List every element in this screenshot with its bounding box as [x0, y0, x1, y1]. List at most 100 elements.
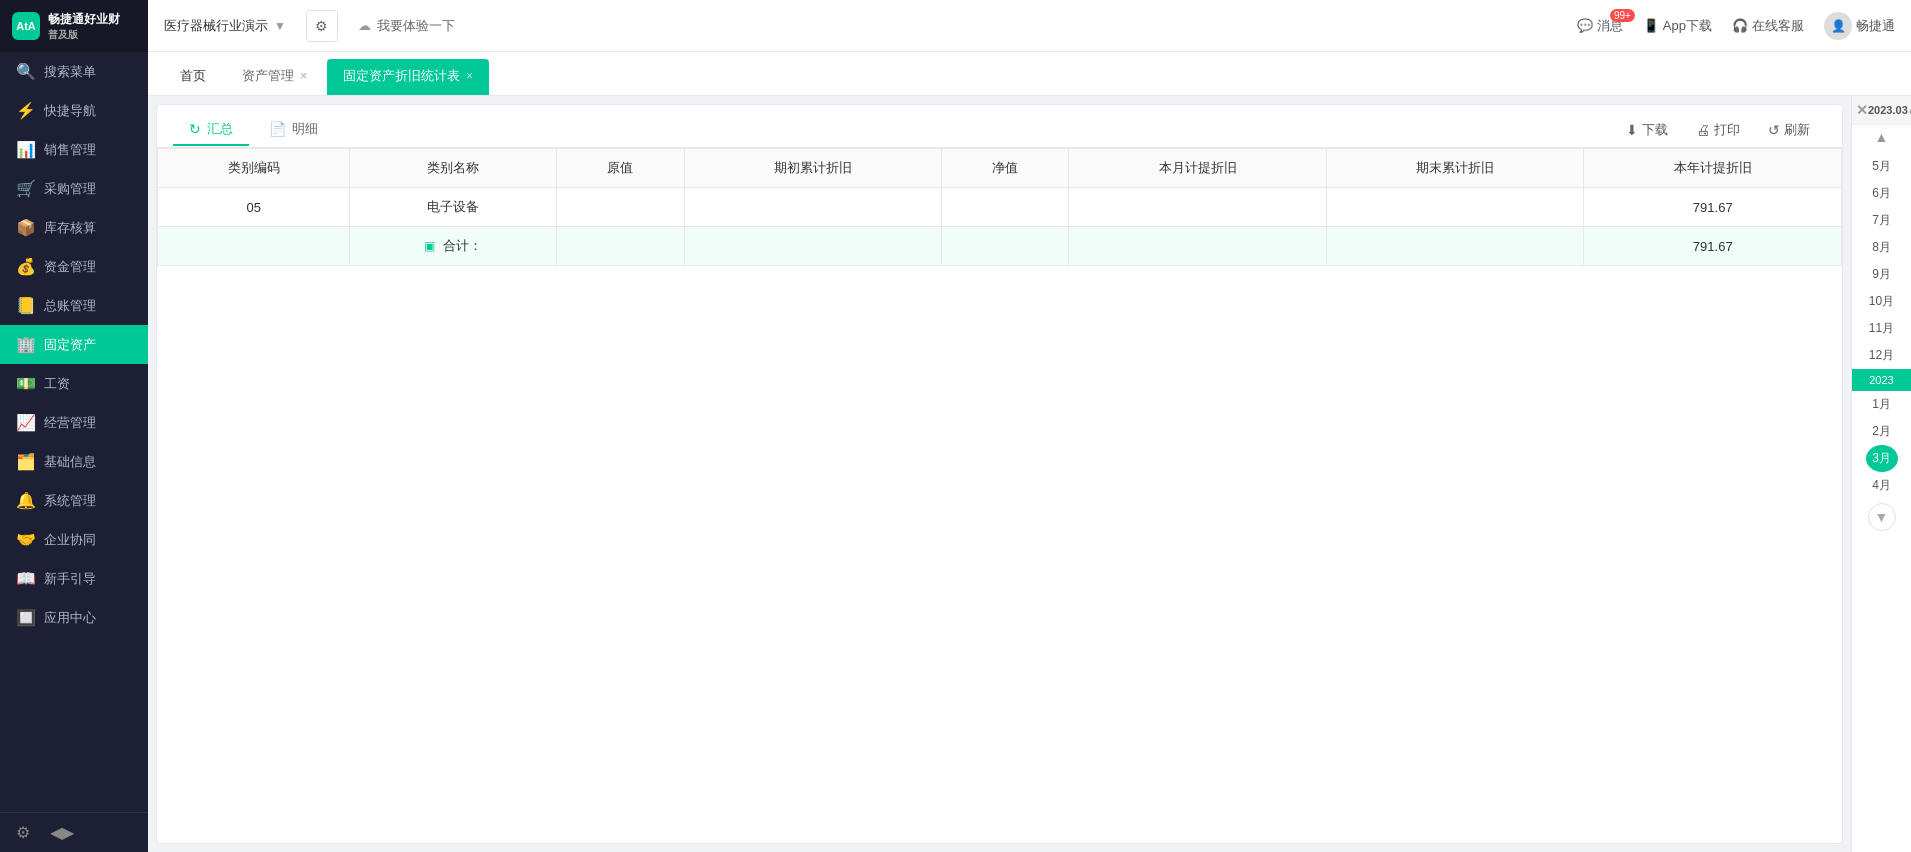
topbar: 医疗器械行业演示 ▼ ⚙ ☁ 我要体验一下 💬 消息 99+ 📱 App下载 🎧… — [148, 0, 1911, 52]
date-item-11[interactable]: 11月 — [1852, 315, 1911, 342]
date-panel-header: ✕ 2023.03 ⤢ — [1852, 96, 1911, 125]
date-item-7[interactable]: 7月 — [1852, 207, 1911, 234]
subtotal-icon: ▣ — [424, 239, 435, 253]
sidebar-item-system[interactable]: 🔔 系统管理 — [0, 481, 148, 520]
col-acc-dep: 期初累计折旧 — [684, 149, 941, 188]
app-download-button[interactable]: 📱 App下载 — [1643, 17, 1712, 35]
sidebar-item-sales[interactable]: 📊 销售管理 — [0, 130, 148, 169]
subtab-bar: ↻ 汇总 📄 明细 ⬇ 下载 🖨 打印 — [157, 105, 1842, 148]
sidebar-item-salary[interactable]: 💵 工资 — [0, 364, 148, 403]
date-panel-title: 2023.03 — [1868, 104, 1908, 116]
experience-button[interactable]: ☁ 我要体验一下 — [358, 17, 455, 35]
ledger-icon: 📒 — [16, 296, 34, 315]
cooperation-icon: 🤝 — [16, 530, 34, 549]
sidebar-bottom: ⚙ ◀▶ — [0, 812, 148, 852]
date-item-10[interactable]: 10月 — [1852, 288, 1911, 315]
sidebar-item-cooperation[interactable]: 🤝 企业协同 — [0, 520, 148, 559]
date-nav-up[interactable]: ▲ — [1852, 125, 1911, 149]
print-button[interactable]: 🖨 打印 — [1688, 117, 1748, 143]
detail-icon: 📄 — [269, 121, 286, 137]
customer-service-button[interactable]: 🎧 在线客服 — [1732, 17, 1804, 35]
sidebar-item-search[interactable]: 🔍 搜索菜单 — [0, 52, 148, 91]
collapse-icon[interactable]: ◀▶ — [50, 823, 74, 842]
download-icon: 📱 — [1643, 18, 1659, 33]
subtotal-net — [942, 227, 1069, 266]
cloud-icon: ☁ — [358, 18, 371, 33]
date-item-2023-1[interactable]: 1月 — [1852, 391, 1911, 418]
cell-original — [557, 188, 684, 227]
subtotal-label — [158, 227, 350, 266]
company-arrow-icon: ▼ — [274, 19, 286, 33]
download-icon: ⬇ — [1626, 122, 1638, 138]
date-item-5[interactable]: 5月 — [1852, 153, 1911, 180]
system-icon: 🔔 — [16, 491, 34, 510]
notifications-button[interactable]: 💬 消息 99+ — [1577, 17, 1623, 35]
date-item-2023-2[interactable]: 2月 — [1852, 418, 1911, 445]
subtab-detail[interactable]: 📄 明细 — [253, 114, 334, 146]
subtotal-yearly: 791.67 — [1584, 227, 1842, 266]
sidebar-item-fixedassets[interactable]: 🏢 固定资产 — [0, 325, 148, 364]
management-icon: 📈 — [16, 413, 34, 432]
cell-monthly — [1069, 188, 1326, 227]
sidebar-item-inventory[interactable]: 📦 库存核算 — [0, 208, 148, 247]
tab-close-asset-management[interactable]: × — [300, 69, 307, 83]
sidebar-item-purchase[interactable]: 🛒 采购管理 — [0, 169, 148, 208]
settings-button[interactable]: ⚙ — [306, 10, 338, 42]
date-item-2023-3[interactable]: 3月 — [1866, 445, 1898, 472]
sidebar-item-basicinfo[interactable]: 🗂️ 基础信息 — [0, 442, 148, 481]
depreciation-table: 类别编码 类别名称 原值 期初累计折旧 净值 本月计提折旧 期末累计折旧 本年计… — [157, 148, 1842, 266]
date-panel-close-icon[interactable]: ✕ — [1856, 102, 1868, 118]
main-content: 医疗器械行业演示 ▼ ⚙ ☁ 我要体验一下 💬 消息 99+ 📱 App下载 🎧… — [148, 0, 1911, 852]
avatar: 👤 — [1824, 12, 1852, 40]
cell-acc-dep — [684, 188, 941, 227]
col-monthly: 本月计提折旧 — [1069, 149, 1326, 188]
toolbar: ⬇ 下载 🖨 打印 ↺ 刷新 — [1610, 113, 1826, 147]
sidebar: AtA 畅捷通好业财 普及版 🔍 搜索菜单 ⚡ 快捷导航 📊 销售管理 🛒 采购… — [0, 0, 148, 852]
summary-icon: ↻ — [189, 121, 201, 137]
tab-fixed-asset-depreciation[interactable]: 固定资产折旧统计表 × — [327, 59, 489, 95]
date-item-8[interactable]: 8月 — [1852, 234, 1911, 261]
tab-close-fixed-asset-depreciation[interactable]: × — [466, 69, 473, 83]
headset-icon: 🎧 — [1732, 18, 1748, 33]
date-item-6[interactable]: 6月 — [1852, 180, 1911, 207]
date-item-2023-4[interactable]: 4月 — [1852, 472, 1911, 499]
print-icon: 🖨 — [1696, 122, 1710, 138]
table-row: 05 电子设备 791.67 — [158, 188, 1842, 227]
company-selector[interactable]: 医疗器械行业演示 ▼ — [164, 17, 286, 35]
col-yearly: 本年计提折旧 — [1584, 149, 1842, 188]
appcenter-icon: 🔲 — [16, 608, 34, 627]
sales-icon: 📊 — [16, 140, 34, 159]
user-profile[interactable]: 👤 畅捷通 — [1824, 12, 1895, 40]
inventory-icon: 📦 — [16, 218, 34, 237]
tab-asset-management[interactable]: 资产管理 × — [226, 59, 323, 95]
download-button[interactable]: ⬇ 下载 — [1618, 117, 1676, 143]
subtotal-ending-acc — [1326, 227, 1583, 266]
sidebar-item-ledger[interactable]: 📒 总账管理 — [0, 286, 148, 325]
nav-down-circle-icon[interactable]: ▼ — [1868, 503, 1896, 531]
subtotal-row: ▣ 合计： 791.67 — [158, 227, 1842, 266]
date-nav-down-circle[interactable]: ▼ — [1852, 499, 1911, 535]
company-name: 医疗器械行业演示 — [164, 17, 268, 35]
sidebar-item-finance[interactable]: 💰 资金管理 — [0, 247, 148, 286]
sidebar-item-appcenter[interactable]: 🔲 应用中心 — [0, 598, 148, 637]
topbar-right: 💬 消息 99+ 📱 App下载 🎧 在线客服 👤 畅捷通 — [1577, 12, 1895, 40]
col-code: 类别编码 — [158, 149, 350, 188]
date-item-12[interactable]: 12月 — [1852, 342, 1911, 369]
settings-bottom-icon[interactable]: ⚙ — [16, 823, 30, 842]
fixedassets-icon: 🏢 — [16, 335, 34, 354]
sidebar-item-management[interactable]: 📈 经营管理 — [0, 403, 148, 442]
sidebar-item-guide[interactable]: 📖 新手引导 — [0, 559, 148, 598]
subtab-summary[interactable]: ↻ 汇总 — [173, 114, 249, 146]
sidebar-item-quicknav[interactable]: ⚡ 快捷导航 — [0, 91, 148, 130]
refresh-button[interactable]: ↺ 刷新 — [1760, 117, 1818, 143]
page-area: ↻ 汇总 📄 明细 ⬇ 下载 🖨 打印 — [148, 96, 1911, 852]
tab-home[interactable]: 首页 — [164, 59, 222, 95]
search-icon: 🔍 — [16, 62, 34, 81]
date-year-2023: 2023 — [1852, 369, 1911, 391]
quicknav-icon: ⚡ — [16, 101, 34, 120]
app-logo-text: 畅捷通好业财 普及版 — [48, 11, 120, 42]
date-panel: ✕ 2023.03 ⤢ ▲ 5月 6月 7月 8月 9月 10月 11月 12月… — [1851, 96, 1911, 852]
salary-icon: 💵 — [16, 374, 34, 393]
subtotal-acc-dep — [684, 227, 941, 266]
date-item-9[interactable]: 9月 — [1852, 261, 1911, 288]
